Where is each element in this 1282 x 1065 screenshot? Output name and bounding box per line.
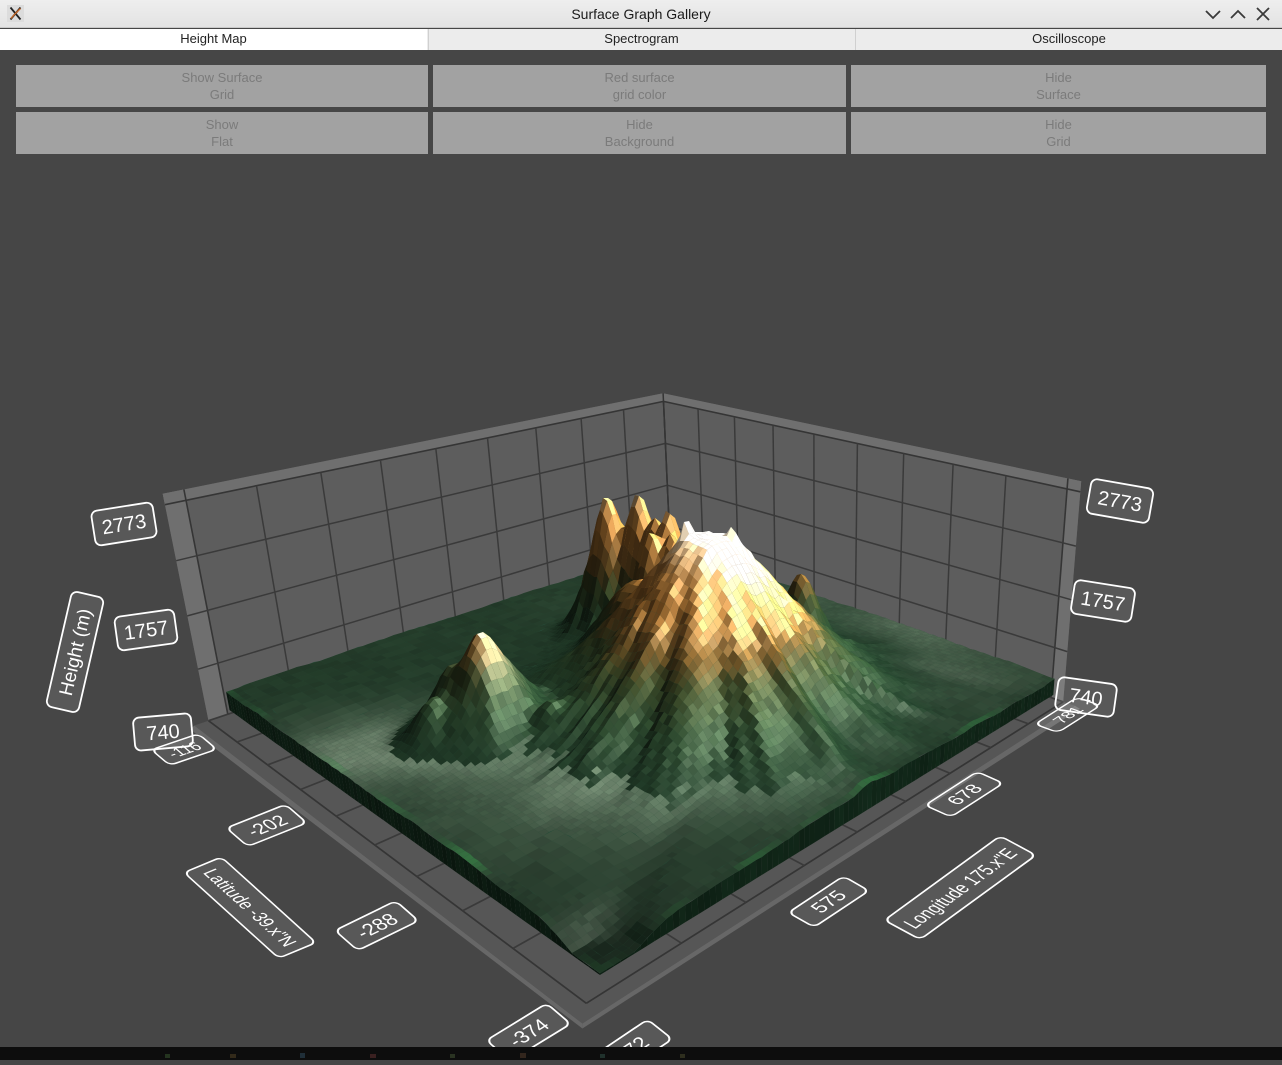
svg-text:740: 740 [146, 721, 181, 746]
svg-text:Longitude 175.x"E: Longitude 175.x"E [899, 845, 1023, 932]
svg-text:Latitude -39.x"N: Latitude -39.x"N [198, 866, 301, 949]
svg-text:740: 740 [1068, 685, 1104, 711]
